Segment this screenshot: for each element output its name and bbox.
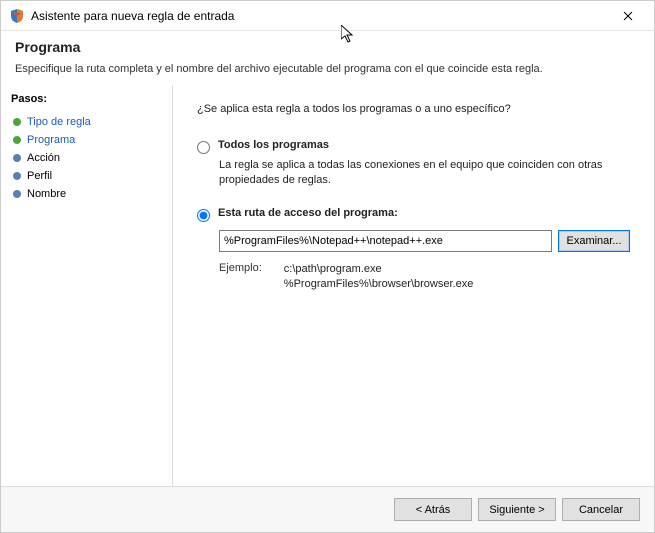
step-bullet-icon — [13, 154, 21, 162]
step-nombre[interactable]: Nombre — [11, 185, 162, 203]
page-description: Especifique la ruta completa y el nombre… — [15, 63, 640, 75]
step-programa[interactable]: Programa — [11, 131, 162, 149]
wizard-footer: < Atrás Siguiente > Cancelar — [1, 486, 654, 532]
step-accion[interactable]: Acción — [11, 149, 162, 167]
wizard-content: ¿Se aplica esta regla a todos los progra… — [173, 85, 654, 488]
step-label: Programa — [27, 134, 75, 146]
step-bullet-icon — [13, 118, 21, 126]
program-path-input[interactable] — [219, 230, 552, 252]
step-bullet-icon — [13, 136, 21, 144]
titlebar: Asistente para nueva regla de entrada — [1, 1, 654, 31]
step-tipo-de-regla[interactable]: Tipo de regla — [11, 113, 162, 131]
step-label: Perfil — [27, 170, 52, 182]
close-icon — [623, 11, 633, 21]
radio-all-programs[interactable] — [197, 141, 210, 154]
option-all-description: La regla se aplica a todas las conexione… — [219, 158, 630, 189]
step-label: Tipo de regla — [27, 116, 91, 128]
option-path-label: Esta ruta de acceso del programa: — [218, 207, 398, 219]
browse-button[interactable]: Examinar... — [558, 230, 630, 252]
page-title: Programa — [15, 39, 640, 55]
step-perfil[interactable]: Perfil — [11, 167, 162, 185]
step-bullet-icon — [13, 190, 21, 198]
example-label: Ejemplo: — [219, 262, 262, 293]
wizard-body: Pasos: Tipo de regla Programa Acción Per… — [1, 85, 654, 488]
option-program-path[interactable]: Esta ruta de acceso del programa: — [197, 207, 630, 222]
wizard-header: Programa Especifique la ruta completa y … — [1, 31, 654, 85]
option-all-label: Todos los programas — [218, 139, 329, 151]
radio-program-path[interactable] — [197, 209, 210, 222]
cancel-button[interactable]: Cancelar — [562, 498, 640, 521]
step-label: Acción — [27, 152, 60, 164]
next-button[interactable]: Siguiente > — [478, 498, 556, 521]
close-button[interactable] — [605, 1, 650, 31]
window-title: Asistente para nueva regla de entrada — [31, 9, 605, 23]
step-bullet-icon — [13, 172, 21, 180]
steps-sidebar: Pasos: Tipo de regla Programa Acción Per… — [1, 85, 173, 488]
example-text: c:\path\program.exe %ProgramFiles%\brows… — [284, 262, 474, 293]
firewall-shield-icon — [9, 8, 25, 24]
step-label: Nombre — [27, 188, 66, 200]
content-question: ¿Se aplica esta regla a todos los progra… — [197, 103, 630, 115]
option-all-programs[interactable]: Todos los programas — [197, 139, 630, 154]
back-button[interactable]: < Atrás — [394, 498, 472, 521]
steps-title: Pasos: — [11, 93, 162, 105]
